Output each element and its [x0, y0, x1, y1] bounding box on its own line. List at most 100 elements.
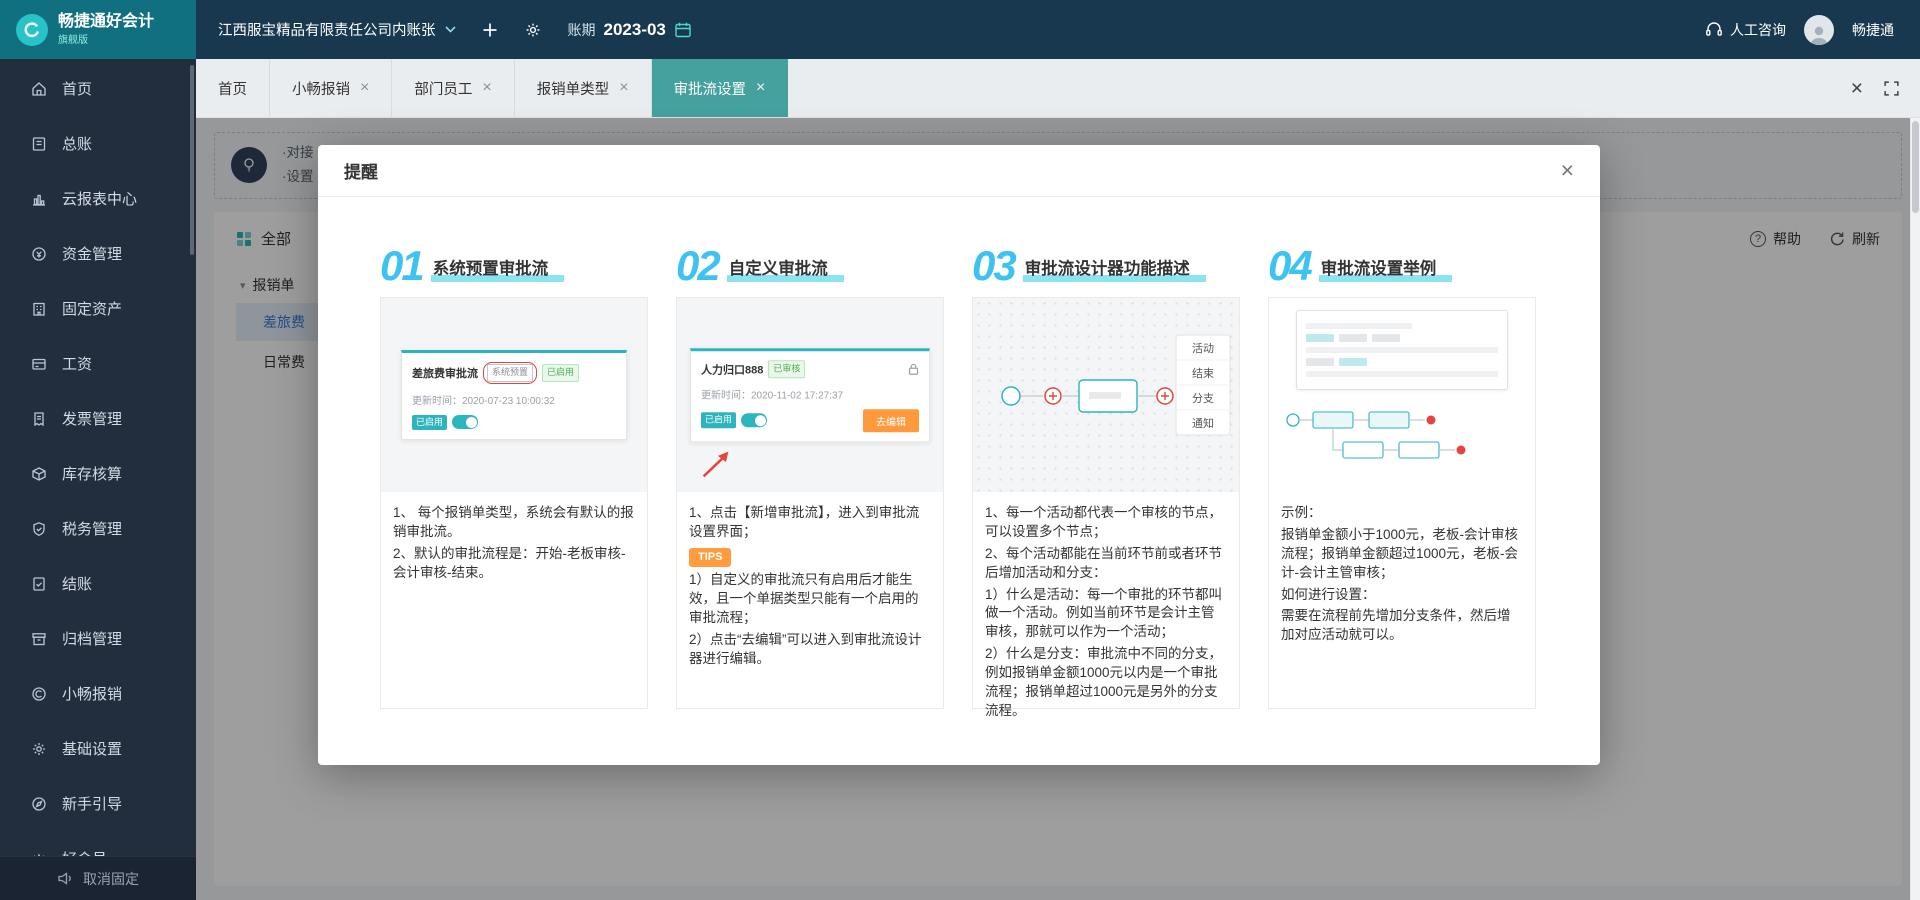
sidebar-item-label: 新手引导	[62, 793, 122, 814]
sidebar-item-guide[interactable]: 新手引导	[0, 776, 196, 831]
paragraph: 2）点击“去编辑”可以进入到审批流设计器进行编辑。	[689, 631, 931, 669]
designer-menu-branch: 分支	[1192, 392, 1214, 405]
headset-icon	[1705, 21, 1723, 38]
modal-title: 提醒	[344, 158, 378, 183]
sidebar-item-label: 首页	[62, 78, 92, 99]
mock-row: 人力归口888 已审核	[701, 360, 919, 378]
accounting-period[interactable]: 账期 2023-03	[568, 20, 692, 40]
mock-flow-title: 人力归口888	[701, 361, 763, 377]
step-illustration: 人力归口888 已审核 更新时间：2020-11-02 17:27:37 已启用…	[677, 298, 943, 492]
tab-close-icon[interactable]: ×	[756, 80, 765, 96]
lock-icon	[908, 363, 919, 375]
page-scrollbar[interactable]	[1910, 118, 1920, 900]
ledger-icon	[30, 135, 48, 153]
paragraph: 2、每个活动都能在当前环节前或者环节后增加活动和分支：	[985, 545, 1227, 583]
sidebar-item-membership[interactable]: 好会员	[0, 831, 196, 856]
tab-expense[interactable]: 小畅报销 ×	[270, 59, 392, 117]
fullscreen-icon[interactable]	[1883, 80, 1900, 97]
mock-chip	[1372, 334, 1400, 342]
unpin-label: 取消固定	[83, 869, 139, 889]
red-highlight-ring: 系统预置	[483, 362, 537, 384]
step-card: 差旅费审批流 系统预置 已启用 更新时间：2020-07-23 10:00:32…	[380, 297, 648, 709]
invoice-icon	[30, 410, 48, 428]
company-selector[interactable]: 江西服宝精品有限责任公司内账张	[218, 19, 456, 40]
tab-dept-staff[interactable]: 部门员工 ×	[392, 59, 514, 117]
megaphone-icon	[57, 871, 74, 886]
sidebar-item-label: 总账	[62, 133, 92, 154]
paragraph: 1、 每个报销单类型，系统会有默认的报销审批流。	[393, 504, 635, 542]
app-logo-icon	[16, 14, 48, 46]
tab-close-icon[interactable]: ×	[482, 80, 491, 96]
sidebar-item-expense[interactable]: 小畅报销	[0, 666, 196, 721]
tab-approval-flow[interactable]: 审批流设置 ×	[652, 59, 789, 117]
topbar-right: 人工咨询 畅捷通	[1705, 15, 1920, 45]
step-heading: 审批流设计器功能描述	[1023, 255, 1206, 282]
step-number: 01	[380, 247, 423, 285]
logo-text: 畅捷通好会计 旗舰版	[58, 13, 154, 46]
step-heading: 自定义审批流	[727, 255, 844, 282]
mock-chip	[1339, 334, 1367, 342]
tab-label: 报销单类型	[537, 78, 610, 99]
paragraph: 1）什么是活动：每一个审批的环节都叫做一个活动。例如当前环节是会计主管审核，那就…	[985, 586, 1227, 643]
add-account-button[interactable]	[482, 22, 498, 38]
sidebar-item-general-ledger[interactable]: 总账	[0, 116, 196, 171]
step-number: 02	[676, 247, 719, 285]
tips-badge: TIPS	[689, 548, 731, 567]
sidebar-item-inventory[interactable]: 库存核算	[0, 446, 196, 501]
period-value: 2023-03	[604, 20, 666, 40]
closing-check-icon	[30, 575, 48, 593]
sidebar-item-closing[interactable]: 结账	[0, 556, 196, 611]
sidebar-item-funds[interactable]: 资金管理	[0, 226, 196, 281]
designer-menu-end: 结束	[1192, 367, 1214, 380]
toggle-on	[452, 415, 478, 429]
home-icon	[30, 80, 48, 98]
column-head: 04 审批流设置举例	[1268, 237, 1536, 285]
step-number: 04	[1268, 247, 1311, 285]
sidebar-item-cloud-reports[interactable]: 云报表中心	[0, 171, 196, 226]
status-badge: 已启用	[412, 415, 447, 431]
tab-home[interactable]: 首页	[196, 59, 270, 117]
sidebar-item-label: 归档管理	[62, 628, 122, 649]
page-scrollbar-thumb[interactable]	[1912, 121, 1919, 213]
support-button[interactable]: 人工咨询	[1705, 20, 1786, 40]
mock-bar	[1306, 371, 1498, 377]
reviewed-badge: 已审核	[768, 360, 805, 378]
reminder-modal: 提醒 × 01 系统预置审批流 差旅费审批流 系统预置 已启用	[318, 145, 1600, 765]
column-head: 01 系统预置审批流	[380, 237, 648, 285]
toggle-on	[741, 413, 767, 427]
tab-close-icon[interactable]: ×	[360, 80, 369, 96]
sidebar-item-home[interactable]: 首页	[0, 61, 196, 116]
app-edition: 旗舰版	[58, 31, 154, 46]
company-name: 江西服宝精品有限责任公司内账张	[218, 19, 436, 40]
sidebar-scrollbar[interactable]	[190, 65, 194, 255]
unpin-sidebar-button[interactable]: 取消固定	[0, 856, 196, 900]
designer-menu-notify: 通知	[1192, 416, 1214, 430]
modal-close-icon[interactable]: ×	[1561, 159, 1574, 182]
gear-icon[interactable]	[524, 21, 542, 39]
close-all-tabs-icon[interactable]: ×	[1851, 78, 1863, 99]
mock-edit-button: 去编辑	[863, 409, 919, 432]
sidebar-item-settings[interactable]: 基础设置	[0, 721, 196, 776]
mock-chips	[1306, 358, 1498, 366]
sidebar-item-label: 基础设置	[62, 738, 122, 759]
expense-c-icon	[30, 685, 48, 703]
sidebar-item-tax[interactable]: 税务管理	[0, 501, 196, 556]
step-description: 示例： 报销单金额小于1000元，老板-会计审核流程；报销单金额超过1000元，…	[1269, 492, 1535, 660]
tab-close-icon[interactable]: ×	[619, 80, 628, 96]
mock-flow-title: 差旅费审批流	[412, 365, 478, 381]
sidebar-item-fixed-assets[interactable]: 固定资产	[0, 281, 196, 336]
mock-example-flow	[1279, 400, 1525, 464]
tabbar-actions: ×	[1851, 59, 1920, 117]
step-heading: 系统预置审批流	[431, 255, 565, 282]
mock-update-time: 更新时间：2020-11-02 17:27:37	[701, 386, 919, 401]
sidebar-item-invoice[interactable]: 发票管理	[0, 391, 196, 446]
paragraph: 如何进行设置：	[1281, 586, 1523, 605]
tab-label: 部门员工	[414, 78, 472, 99]
report-chart-icon	[30, 190, 48, 208]
paragraph: 2）什么是分支：审批流中不同的分支，例如报销单金额1000元以内是一个审批流程；…	[985, 645, 1227, 721]
sidebar-item-payroll[interactable]: 工资	[0, 336, 196, 391]
tab-expense-type[interactable]: 报销单类型 ×	[515, 59, 652, 117]
avatar[interactable]	[1804, 15, 1834, 45]
app-title: 畅捷通好会计	[58, 13, 154, 31]
sidebar-item-archive[interactable]: 归档管理	[0, 611, 196, 666]
